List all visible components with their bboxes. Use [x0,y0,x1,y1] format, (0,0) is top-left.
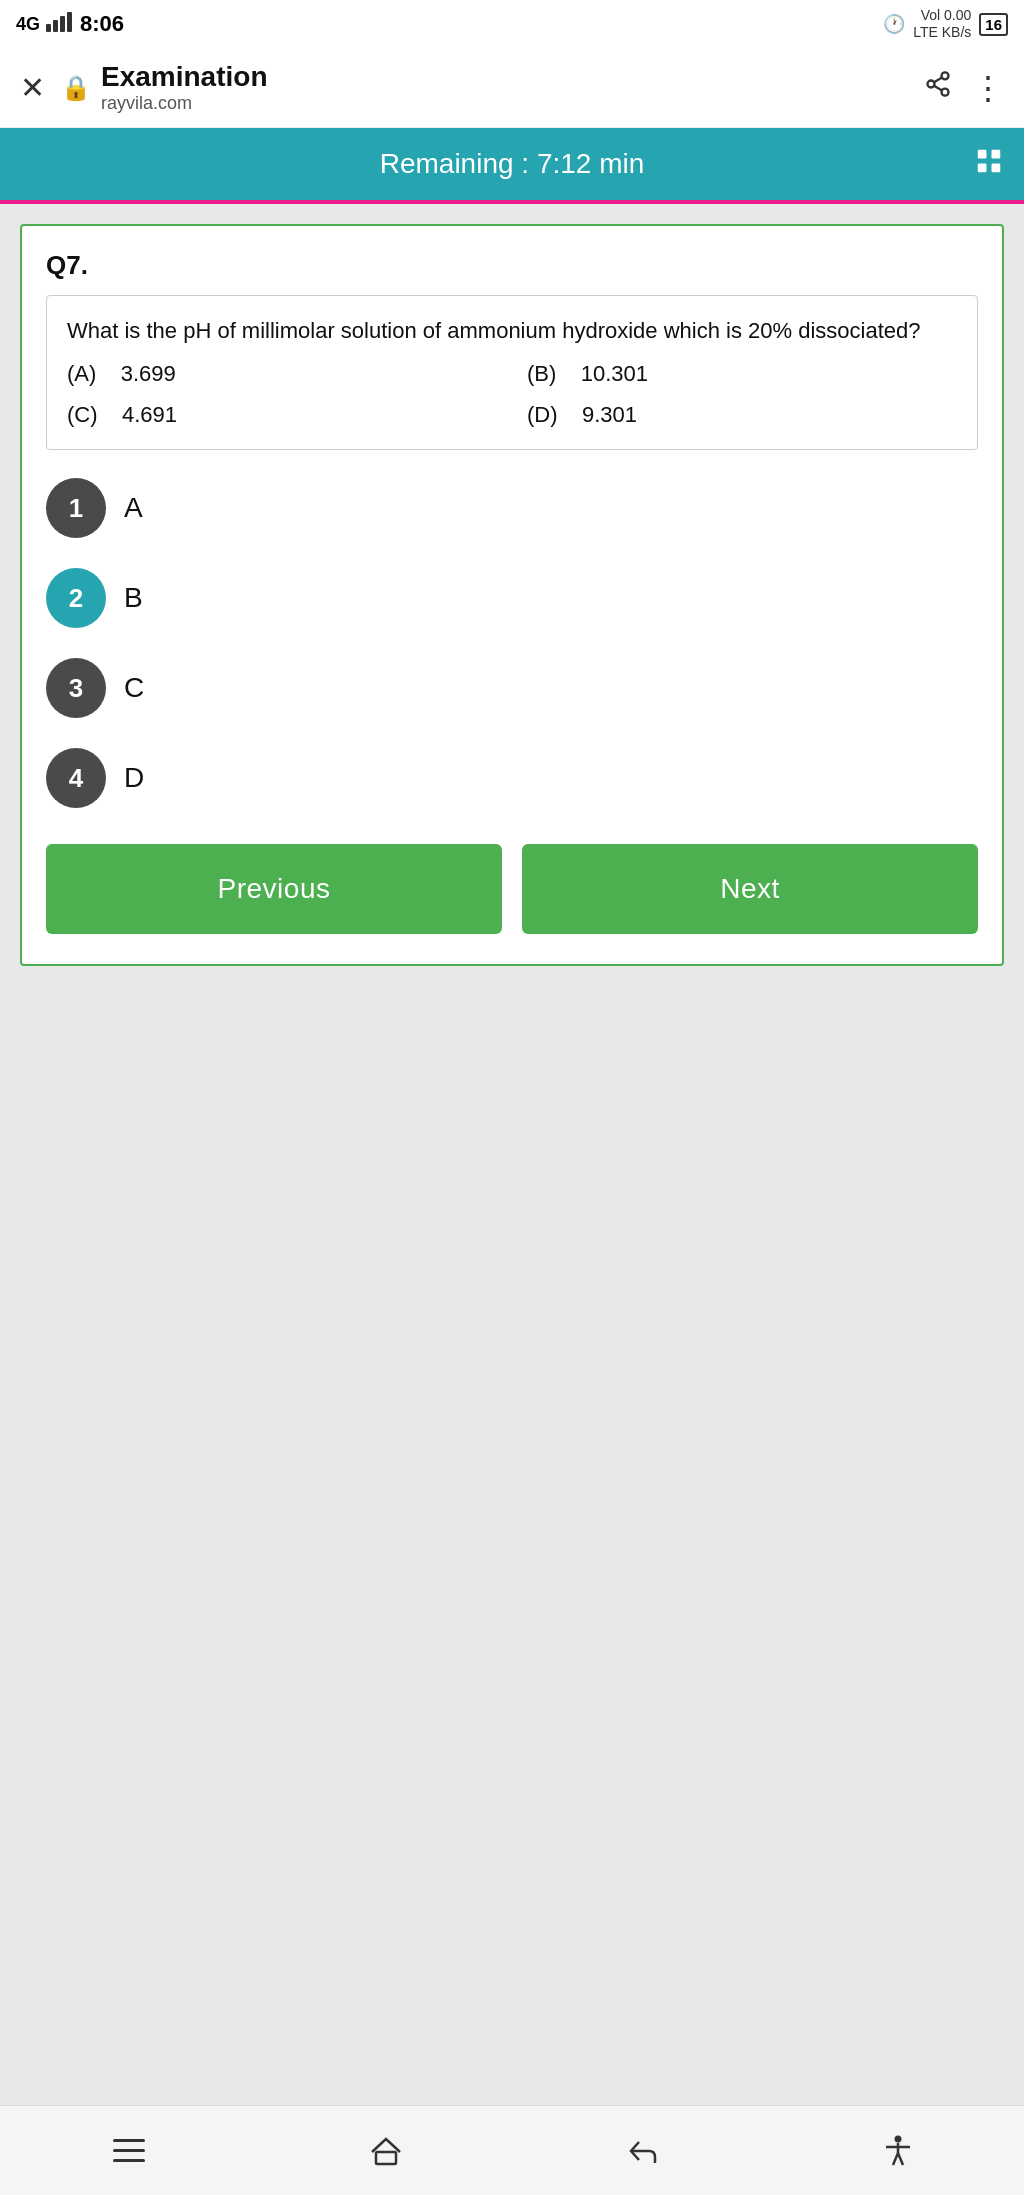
nav-home-button[interactable] [370,2136,402,2166]
question-card: Q7. What is the pH of millimolar solutio… [20,224,1004,966]
previous-button[interactable]: Previous [46,844,502,934]
svg-point-4 [942,72,949,79]
svg-rect-16 [376,2152,396,2164]
option-circle-4: 4 [46,748,106,808]
close-button[interactable]: ✕ [20,70,45,105]
share-icon[interactable] [924,70,952,105]
svg-rect-11 [978,163,987,172]
answer-options: 1 A 2 B 3 C 4 D [46,478,978,808]
next-button[interactable]: Next [522,844,978,934]
signal-icon [46,12,74,37]
svg-point-17 [894,2135,901,2142]
bottom-nav [0,2105,1024,2195]
option-circle-3: 3 [46,658,106,718]
question-text: What is the pH of millimolar solution of… [67,314,957,347]
vol-label: Vol [921,7,940,23]
option-label-1: A [124,492,143,524]
answer-option-4[interactable]: 4 D [46,748,978,808]
svg-rect-10 [992,149,1001,158]
battery-indicator: 16 [979,13,1008,36]
svg-rect-1 [53,20,58,32]
answer-option-2[interactable]: 2 B [46,568,978,628]
alarm-icon: 🕐 [883,13,905,35]
question-options: (A) 3.699 (B) 10.301 (C) 4.691 (D) 9.301 [67,357,957,431]
app-title-section: Examination rayvila.com [101,61,924,114]
svg-rect-14 [113,2149,145,2152]
option-d: (D) 9.301 [527,398,957,431]
nav-accessibility-button[interactable] [884,2135,912,2167]
option-a: (A) 3.699 [67,357,497,390]
svg-line-20 [893,2153,898,2165]
svg-line-8 [934,78,942,83]
app-bar-actions: ⋮ [924,69,1004,107]
timer-bar: Remaining : 7:12 min [0,128,1024,200]
svg-rect-13 [113,2139,145,2142]
question-number: Q7. [46,250,978,281]
grid-icon[interactable] [974,146,1004,183]
status-right: 🕐 Vol 0.00 LTE KB/s 16 [883,7,1008,41]
svg-point-5 [928,81,935,88]
option-circle-2: 2 [46,568,106,628]
more-options-icon[interactable]: ⋮ [972,69,1004,107]
option-circle-1: 1 [46,478,106,538]
nav-back-button[interactable] [627,2136,659,2166]
svg-point-6 [942,89,949,96]
vol-lte: Vol 0.00 LTE KB/s [913,7,971,41]
option-b: (B) 10.301 [527,357,957,390]
app-bar: ✕ 🔒 Examination rayvila.com ⋮ [0,48,1024,128]
svg-rect-0 [46,24,51,32]
svg-rect-12 [992,163,1001,172]
option-c: (C) 4.691 [67,398,497,431]
timer-text: Remaining : 7:12 min [380,148,645,180]
question-box: What is the pH of millimolar solution of… [46,295,978,450]
svg-rect-15 [113,2159,145,2162]
option-label-2: B [124,582,143,614]
app-subtitle: rayvila.com [101,93,924,114]
app-title: Examination [101,61,924,93]
lock-icon: 🔒 [61,74,91,102]
time-text: 8:06 [80,11,124,37]
svg-rect-9 [978,149,987,158]
svg-rect-3 [67,12,72,32]
option-label-4: D [124,762,144,794]
main-content: Q7. What is the pH of millimolar solutio… [0,204,1024,986]
svg-rect-2 [60,16,65,32]
nav-menu-button[interactable] [113,2137,145,2165]
svg-line-21 [898,2153,903,2165]
option-label-3: C [124,672,144,704]
status-left: 4G 8:06 [16,11,124,37]
answer-option-3[interactable]: 3 C [46,658,978,718]
carrier-text: 4G [16,14,40,35]
svg-line-7 [934,86,942,91]
status-bar: 4G 8:06 🕐 Vol 0.00 LTE KB/s 16 [0,0,1024,48]
answer-option-1[interactable]: 1 A [46,478,978,538]
bottom-spacer [0,986,1024,1096]
nav-buttons: Previous Next [46,844,978,934]
